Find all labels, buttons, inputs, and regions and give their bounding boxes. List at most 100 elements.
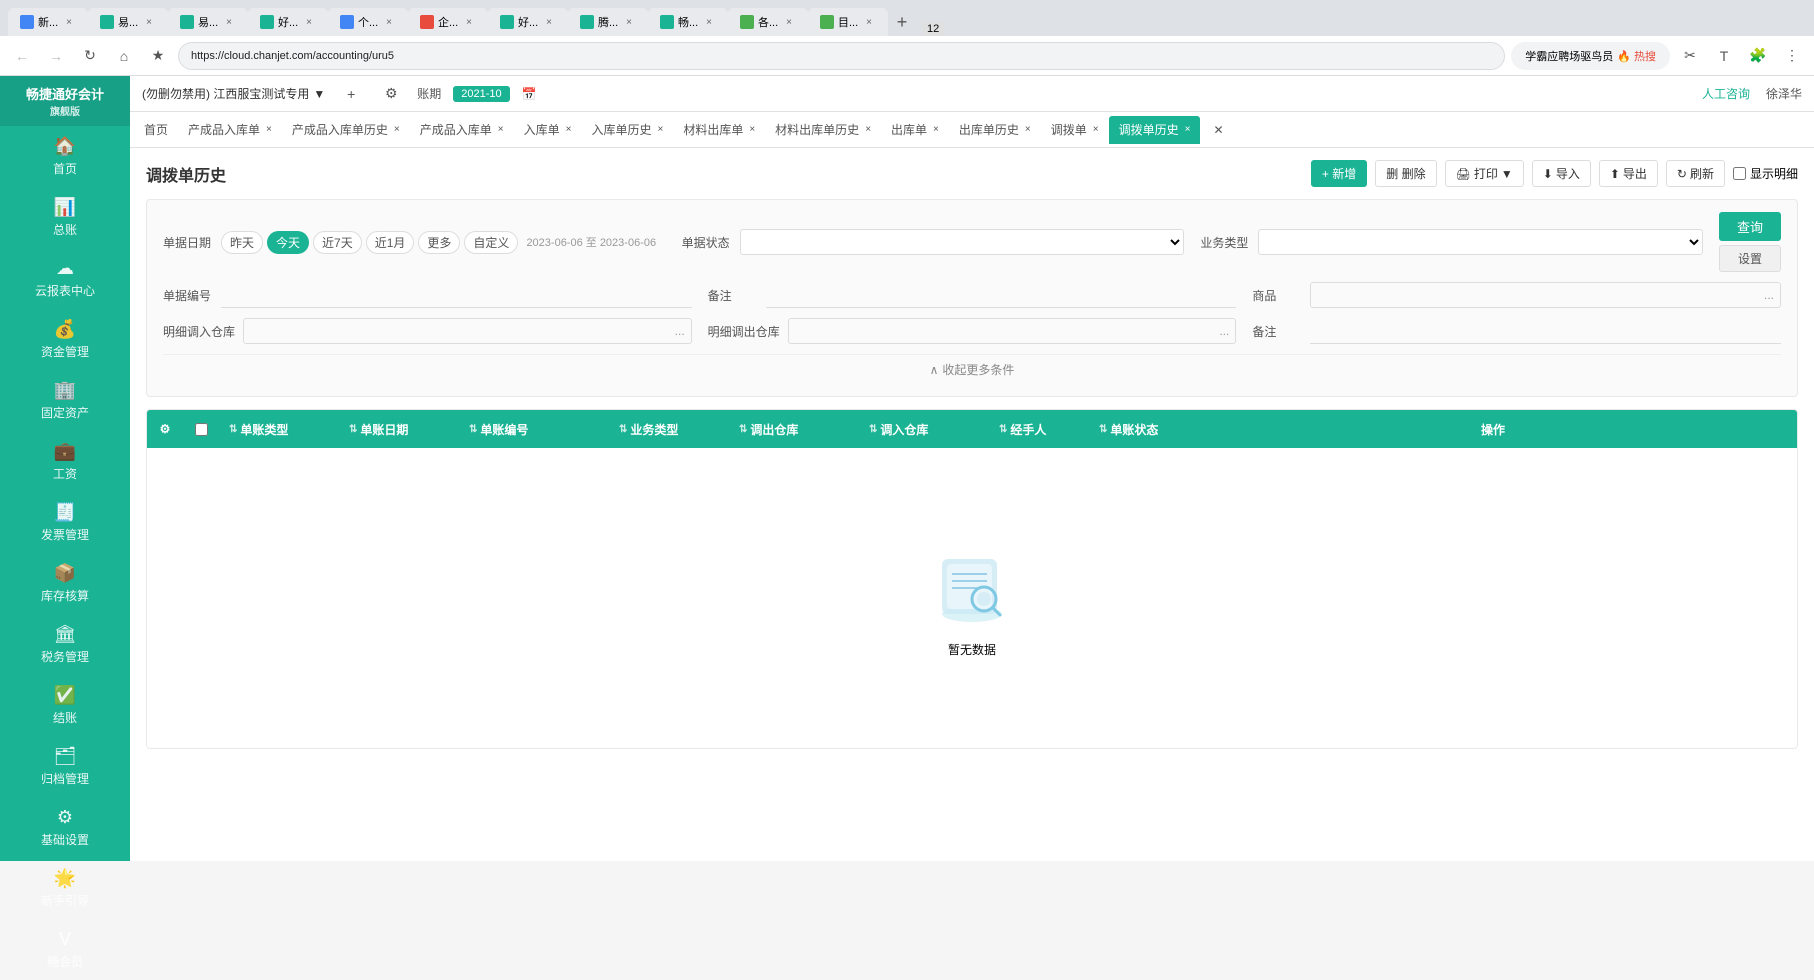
sidebar-item-close[interactable]: ✅ 结账 (0, 675, 130, 736)
page-tab-close-9[interactable]: × (1025, 124, 1031, 135)
th-doc-date[interactable]: ⇅ 单账日期 (339, 421, 459, 438)
browser-tab-11[interactable]: 目... × (808, 8, 888, 36)
sidebar-item-tax[interactable]: 🏛 税务管理 (0, 614, 130, 675)
page-tab-close-8[interactable]: × (933, 124, 939, 135)
page-tab-2[interactable]: 产成品入库单历史 × (282, 116, 410, 144)
browser-tab-4[interactable]: 好... × (248, 8, 328, 36)
sidebar-item-assets[interactable]: 🏢 固定资产 (0, 370, 130, 431)
page-tab-4[interactable]: 入库单 × (514, 116, 582, 144)
import-button[interactable]: ⬇ 导入 (1532, 160, 1591, 187)
tab-close-8[interactable]: × (626, 17, 632, 28)
remark2-input[interactable] (1310, 318, 1781, 344)
page-tab-close-2[interactable]: × (394, 124, 400, 135)
sidebar-item-ledger[interactable]: 📊 总账 (0, 187, 130, 248)
date-btn-today[interactable]: 今天 (267, 231, 309, 254)
extensions-button[interactable]: 🧩 (1744, 42, 1772, 70)
page-tab-6[interactable]: 材料出库单 × (673, 116, 765, 144)
th-doc-type[interactable]: ⇅ 单账类型 (219, 421, 339, 438)
delete-button[interactable]: 删 删除 (1375, 160, 1436, 187)
th-handler[interactable]: ⇅ 经手人 (989, 421, 1089, 438)
sidebar-item-vip[interactable]: V 畅会员 (0, 919, 130, 980)
show-cols-checkbox[interactable] (1733, 167, 1746, 180)
sidebar-item-inventory[interactable]: 📦 库存核算 (0, 553, 130, 614)
browser-tab-9[interactable]: 畅... × (648, 8, 728, 36)
remark-input[interactable] (766, 282, 1237, 308)
close-all-tabs-button[interactable]: ✕ (1204, 116, 1232, 144)
new-tab-button[interactable]: + (888, 8, 916, 36)
business-type-select[interactable] (1258, 229, 1703, 255)
tab-close-11[interactable]: × (866, 17, 872, 28)
add-company-button[interactable]: + (337, 80, 365, 108)
address-bar[interactable] (178, 42, 1505, 70)
tab-close-9[interactable]: × (706, 17, 712, 28)
page-tab-7[interactable]: 材料出库单历史 × (765, 116, 881, 144)
sidebar-item-payroll[interactable]: 💼 工资 (0, 431, 130, 492)
tab-close-2[interactable]: × (146, 17, 152, 28)
browser-tab-6[interactable]: 企... × (408, 8, 488, 36)
th-checkbox[interactable] (183, 423, 219, 436)
page-tab-close-10[interactable]: × (1093, 124, 1099, 135)
page-tab-1[interactable]: 产成品入库单 × (178, 116, 282, 144)
sidebar-item-archive[interactable]: 🗂 归档管理 (0, 736, 130, 797)
goods-selector[interactable]: ... (1310, 282, 1781, 308)
th-business-type[interactable]: ⇅ 业务类型 (609, 421, 729, 438)
date-btn-custom[interactable]: 自定义 (464, 231, 518, 254)
date-btn-more[interactable]: 更多 (418, 231, 460, 254)
browser-tab-7[interactable]: 好... × (488, 8, 568, 36)
new-button[interactable]: + 新增 (1311, 160, 1367, 187)
show-cols-toggle[interactable]: 显示明细 (1733, 165, 1798, 182)
refresh-button[interactable]: ↻ (76, 42, 104, 70)
to-warehouse-selector[interactable]: ... (788, 318, 1237, 344)
page-tab-8[interactable]: 出库单 × (881, 116, 949, 144)
page-tab-9[interactable]: 出库单历史 × (949, 116, 1041, 144)
browser-tab-8[interactable]: 腾... × (568, 8, 648, 36)
select-all-checkbox[interactable] (195, 423, 208, 436)
back-button[interactable]: ← (8, 42, 36, 70)
scissors-icon[interactable]: ✂ (1676, 42, 1704, 70)
browser-tab-10[interactable]: 各... × (728, 8, 808, 36)
tab-close-10[interactable]: × (786, 17, 792, 28)
browser-tab-3[interactable]: 易... × (168, 8, 248, 36)
browser-tab-1[interactable]: 新... × (8, 8, 88, 36)
sidebar-item-fund[interactable]: 💰 资金管理 (0, 309, 130, 370)
refresh-button[interactable]: ↻ 刷新 (1666, 160, 1725, 187)
to-warehouse-more-icon[interactable]: ... (1219, 324, 1229, 338)
tab-close-3[interactable]: × (226, 17, 232, 28)
search-bar[interactable]: 学霸应聘场驱鸟员 🔥 热搜 (1511, 42, 1670, 70)
collapse-button[interactable]: ∧ 收起更多条件 (930, 361, 1015, 378)
date-btn-1month[interactable]: 近1月 (366, 231, 415, 254)
doc-number-input[interactable] (221, 282, 692, 308)
date-btn-7days[interactable]: 近7天 (313, 231, 362, 254)
sidebar-item-guide[interactable]: 🌟 新手引导 (0, 858, 130, 919)
browser-tab-2[interactable]: 易... × (88, 8, 168, 36)
date-btn-yesterday[interactable]: 昨天 (221, 231, 263, 254)
th-in-warehouse[interactable]: ⇅ 调入仓库 (859, 421, 989, 438)
sidebar-item-home[interactable]: 🏠 首页 (0, 126, 130, 187)
page-tab-11[interactable]: 调拨单历史 × (1109, 116, 1201, 144)
more-button[interactable]: ⋮ (1778, 42, 1806, 70)
bookmark-button[interactable]: ★ (144, 42, 172, 70)
search-button[interactable]: 查询 (1719, 212, 1781, 241)
sidebar-item-invoice[interactable]: 🧾 发票管理 (0, 492, 130, 553)
forward-button[interactable]: → (42, 42, 70, 70)
from-warehouse-more-icon[interactable]: ... (675, 324, 685, 338)
page-tab-5[interactable]: 入库单历史 × (581, 116, 673, 144)
browser-tab-5[interactable]: 个... × (328, 8, 408, 36)
company-selector[interactable]: (勿删勿禁用) 江西服宝测试专用 ▼ (142, 85, 325, 102)
tab-close-5[interactable]: × (386, 17, 392, 28)
th-status[interactable]: ⇅ 单账状态 (1089, 421, 1189, 438)
page-tab-close-6[interactable]: × (749, 124, 755, 135)
tab-close-7[interactable]: × (546, 17, 552, 28)
sidebar-item-settings[interactable]: ⚙ 基础设置 (0, 797, 130, 858)
translate-icon[interactable]: T (1710, 42, 1738, 70)
from-warehouse-selector[interactable]: ... (243, 318, 692, 344)
page-tab-close-7[interactable]: × (865, 124, 871, 135)
gear-button[interactable]: ⚙ (377, 80, 405, 108)
page-tab-close-1[interactable]: × (266, 124, 272, 135)
user-service-link[interactable]: 人工咨询 (1702, 85, 1750, 102)
sidebar-item-cloud-report[interactable]: ☁ 云报表中心 (0, 248, 130, 309)
username-display[interactable]: 徐泽华 (1766, 85, 1802, 102)
filter-settings-button[interactable]: 设置 (1719, 245, 1781, 272)
status-select[interactable] (740, 229, 1185, 255)
page-tab-close-11[interactable]: × (1185, 124, 1191, 135)
